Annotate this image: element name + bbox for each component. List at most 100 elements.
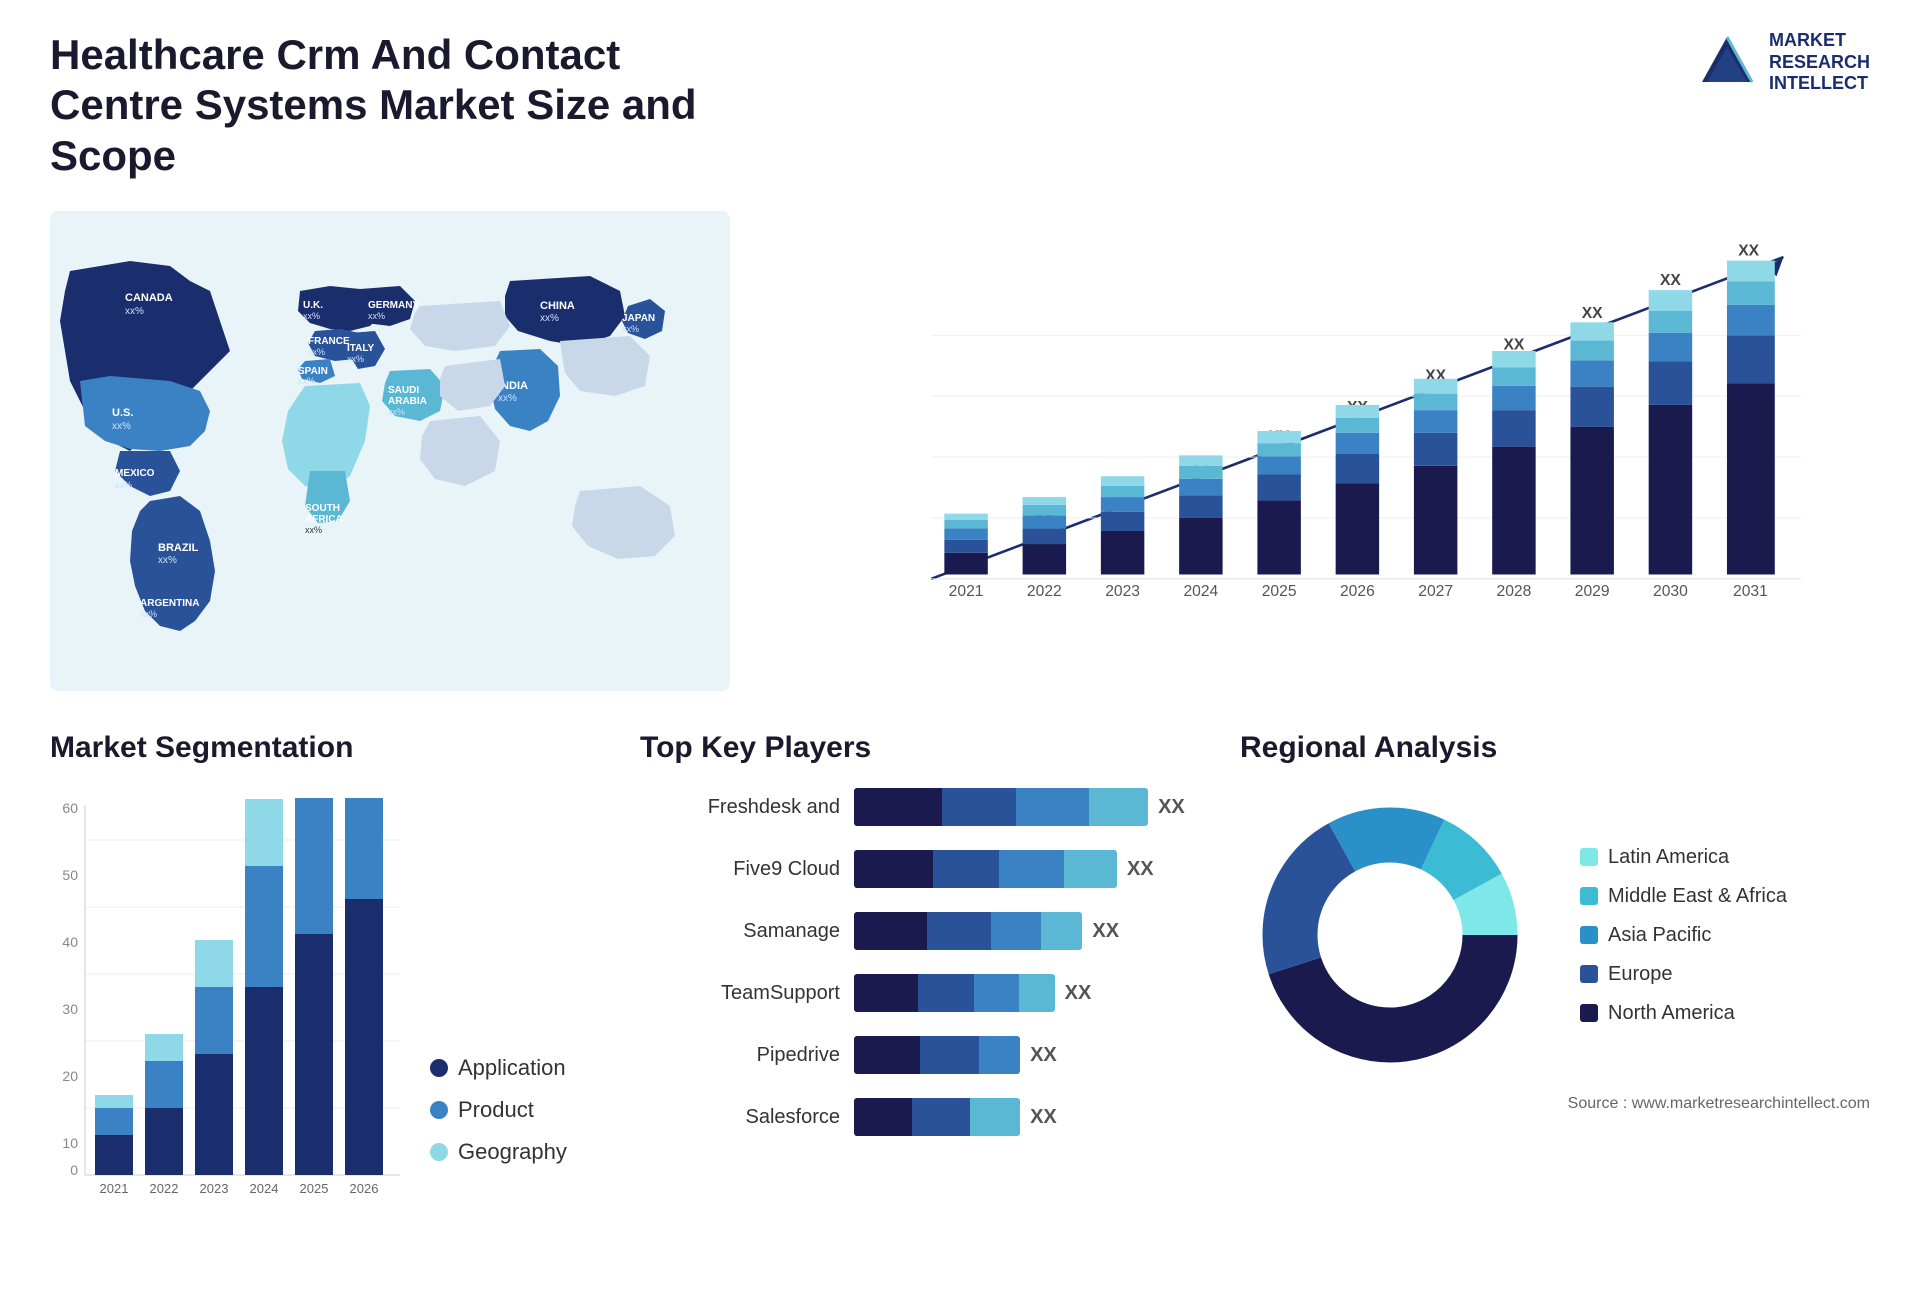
svg-text:xx%: xx% [298,376,315,386]
player-name: Samanage [640,920,840,943]
svg-text:xx%: xx% [158,555,177,566]
svg-text:AFRICA: AFRICA [305,514,343,525]
player-row: TeamSupport XX [640,971,1200,1015]
players-list: Freshdesk and XX Five9 Clou [640,785,1200,1139]
svg-text:2027: 2027 [1418,583,1453,600]
svg-text:CHINA: CHINA [540,300,575,312]
asia-pacific-label: Asia Pacific [1608,924,1711,947]
svg-text:20: 20 [62,1068,78,1084]
product-dot [430,1101,448,1119]
bottom-row: Market Segmentation 60 50 40 30 20 10 0 [50,731,1870,1271]
svg-text:2030: 2030 [1653,583,1688,600]
middle-east-label: Middle East & Africa [1608,885,1787,908]
player-bar-container: XX [854,909,1200,953]
svg-text:60: 60 [62,800,78,816]
donut-container: Latin America Middle East & Africa Asia … [1240,785,1870,1085]
svg-text:2031: 2031 [1733,583,1768,600]
bar-chart-section: XX 2021 XX [770,211,1870,691]
svg-text:xx%: xx% [308,347,325,357]
map-section: CANADA xx% U.S. xx% MEXICO xx% BRAZIL xx… [50,211,730,691]
application-label: Application [458,1055,566,1081]
player-name: Salesforce [640,1106,840,1129]
svg-text:ARGENTINA: ARGENTINA [140,598,199,609]
svg-text:50: 50 [62,867,78,883]
asia-pacific-dot [1580,926,1598,944]
top-row: CANADA xx% U.S. xx% MEXICO xx% BRAZIL xx… [50,211,1870,691]
player-bar-container: XX [854,971,1200,1015]
segmentation-title: Market Segmentation [50,731,600,765]
svg-text:2023: 2023 [200,1181,229,1196]
svg-text:2024: 2024 [250,1181,279,1196]
player-row: Salesforce XX [640,1095,1200,1139]
logo-icon [1697,32,1757,92]
legend-asia-pacific: Asia Pacific [1580,924,1787,947]
player-bar-container: XX [854,847,1200,891]
svg-text:2026: 2026 [350,1181,379,1196]
player-row: Samanage XX [640,909,1200,953]
player-row: Freshdesk and XX [640,785,1200,829]
svg-text:2022: 2022 [150,1181,179,1196]
svg-text:xx%: xx% [540,313,559,324]
svg-text:xx%: xx% [112,421,131,432]
latin-america-dot [1580,848,1598,866]
svg-text:xx%: xx% [622,324,639,334]
europe-dot [1580,965,1598,983]
svg-text:2025: 2025 [300,1181,329,1196]
svg-text:MEXICO: MEXICO [115,468,155,479]
north-america-dot [1580,1004,1598,1022]
svg-text:xx%: xx% [498,393,517,404]
svg-text:10: 10 [62,1135,78,1151]
player-bar-container: XX [854,1033,1200,1077]
bar-chart-svg: XX 2021 XX [830,231,1850,631]
player-row: Pipedrive XX [640,1033,1200,1077]
svg-text:2021: 2021 [949,583,984,600]
svg-text:0: 0 [70,1162,78,1178]
segmentation-chart: 60 50 40 30 20 10 0 [50,785,410,1205]
svg-text:xx%: xx% [388,407,405,417]
player-row: Five9 Cloud XX [640,847,1200,891]
donut-chart [1240,785,1540,1085]
product-label: Product [458,1097,534,1123]
svg-text:XX: XX [1582,305,1603,322]
legend-middle-east: Middle East & Africa [1580,885,1787,908]
player-value: XX [1030,1044,1057,1067]
player-name: Freshdesk and [640,796,840,819]
svg-text:XX: XX [1738,243,1759,260]
page-container: Healthcare Crm And Contact Centre System… [0,0,1920,1301]
north-america-label: North America [1608,1002,1735,1025]
source-text: Source : www.marketresearchintellect.com [1240,1095,1870,1113]
legend-product: Product [430,1097,567,1123]
segmentation-section: Market Segmentation 60 50 40 30 20 10 0 [50,731,600,1271]
svg-text:JAPAN: JAPAN [622,313,655,324]
legend-geography: Geography [430,1139,567,1165]
regional-legend: Latin America Middle East & Africa Asia … [1580,846,1787,1025]
world-map: CANADA xx% U.S. xx% MEXICO xx% BRAZIL xx… [50,211,730,691]
player-name: TeamSupport [640,982,840,1005]
svg-text:U.K.: U.K. [303,300,323,311]
player-value: XX [1127,858,1154,881]
svg-text:2022: 2022 [1027,583,1062,600]
svg-text:BRAZIL: BRAZIL [158,542,199,554]
page-title: Healthcare Crm And Contact Centre System… [50,30,750,181]
svg-text:2026: 2026 [1340,583,1375,600]
svg-text:2023: 2023 [1105,583,1140,600]
svg-text:XX: XX [1660,272,1681,289]
latin-america-label: Latin America [1608,846,1729,869]
middle-east-dot [1580,887,1598,905]
player-name: Pipedrive [640,1044,840,1067]
logo-area: MARKET RESEARCH INTELLECT [1697,30,1870,95]
player-value: XX [1092,920,1119,943]
player-value: XX [1065,982,1092,1005]
logo-line2: RESEARCH [1769,52,1870,74]
europe-label: Europe [1608,963,1673,986]
svg-text:XX: XX [1503,336,1524,353]
header: Healthcare Crm And Contact Centre System… [50,30,1870,181]
svg-text:SAUDI: SAUDI [388,385,419,396]
players-title: Top Key Players [640,731,1200,765]
svg-text:xx%: xx% [115,480,132,490]
legend-latin-america: Latin America [1580,846,1787,869]
legend-application: Application [430,1055,567,1081]
legend-europe: Europe [1580,963,1787,986]
svg-text:ITALY: ITALY [347,343,375,354]
svg-text:U.S.: U.S. [112,407,133,419]
